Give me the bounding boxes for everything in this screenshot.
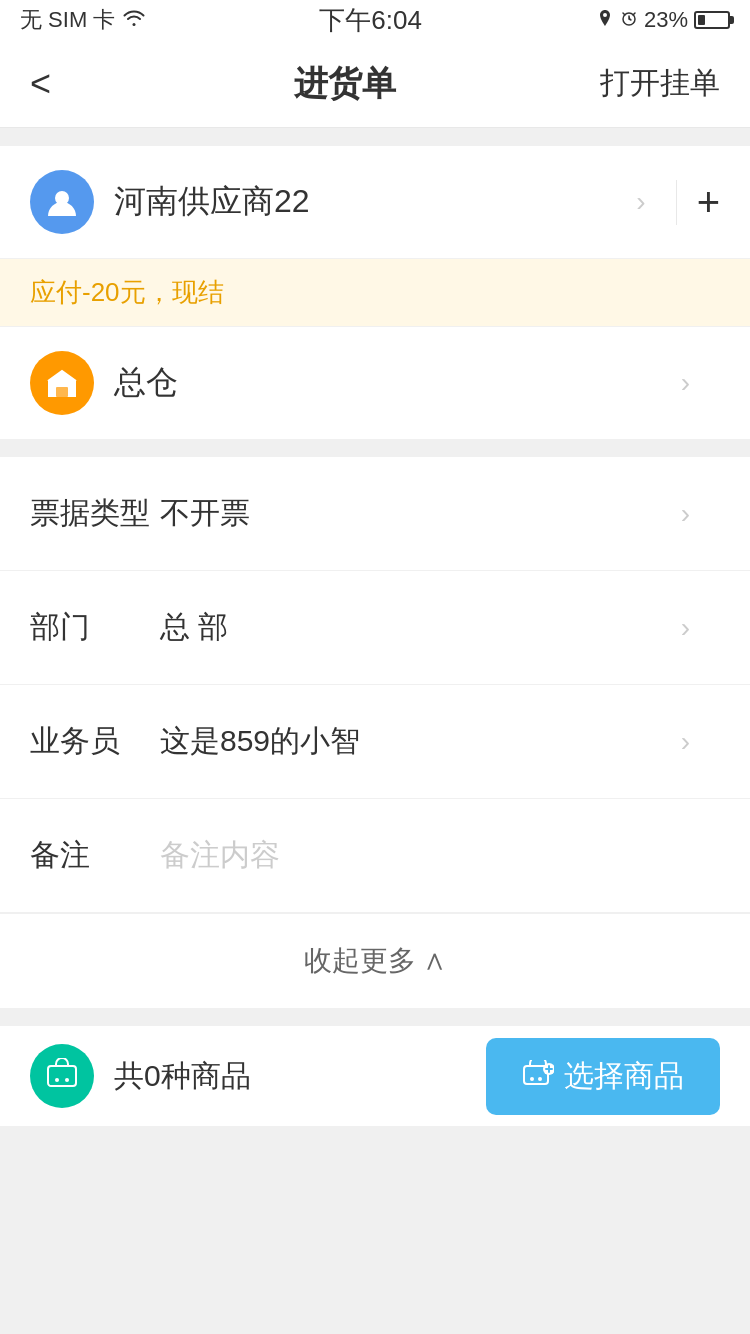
salesman-chevron-icon: › (681, 726, 690, 758)
collapse-button[interactable]: 收起更多 ∧ (0, 913, 750, 1008)
supplier-avatar (30, 170, 94, 234)
department-row[interactable]: 部门 总 部 › (0, 571, 750, 685)
battery-icon (694, 11, 730, 29)
supplier-chevron-icon: › (636, 186, 645, 218)
alarm-icon (620, 7, 638, 33)
warehouse-row[interactable]: 总仓 › (0, 326, 750, 439)
invoice-type-value: 不开票 (150, 493, 681, 534)
back-button[interactable]: < (30, 63, 90, 105)
add-supplier-button[interactable]: + (676, 180, 720, 225)
remark-label: 备注 (30, 835, 150, 876)
carrier-label: 无 SIM 卡 (20, 5, 115, 35)
location-icon (596, 7, 614, 33)
department-value: 总 部 (150, 607, 681, 648)
remark-row[interactable]: 备注 备注内容 (0, 799, 750, 913)
form-section: 票据类型 不开票 › 部门 总 部 › 业务员 这是859的小智 › 备注 备注… (0, 457, 750, 1008)
supplier-notice: 应付-20元，现结 (0, 259, 750, 326)
status-left: 无 SIM 卡 (20, 5, 145, 35)
product-count-label: 共0种商品 (114, 1056, 486, 1097)
salesman-label: 业务员 (30, 721, 150, 762)
department-chevron-icon: › (681, 612, 690, 644)
warehouse-chevron-icon: › (681, 367, 690, 399)
supplier-row[interactable]: 河南供应商22 › + (0, 146, 750, 259)
wifi-icon (123, 7, 145, 33)
select-product-button[interactable]: 选择商品 (486, 1038, 720, 1115)
salesman-value: 这是859的小智 (150, 721, 681, 762)
status-right: 23% (596, 7, 730, 33)
svg-point-5 (65, 1078, 69, 1082)
divider-1 (0, 128, 750, 146)
department-label: 部门 (30, 607, 150, 648)
svg-point-8 (538, 1077, 542, 1081)
warehouse-name: 总仓 (114, 361, 681, 405)
warehouse-icon (30, 351, 94, 415)
svg-point-4 (55, 1078, 59, 1082)
status-bar: 无 SIM 卡 下午6:04 23% (0, 0, 750, 40)
product-cart-icon (30, 1044, 94, 1108)
battery-percentage: 23% (644, 7, 688, 33)
select-product-label: 选择商品 (564, 1056, 684, 1097)
invoice-type-label: 票据类型 (30, 493, 150, 534)
supplier-section: 河南供应商22 › + 应付-20元，现结 总仓 › (0, 146, 750, 439)
salesman-row[interactable]: 业务员 这是859的小智 › (0, 685, 750, 799)
remark-input[interactable]: 备注内容 (150, 835, 720, 876)
bottom-bar: 共0种商品 选择商品 (0, 1026, 750, 1126)
supplier-name: 河南供应商22 (114, 180, 636, 224)
status-time: 下午6:04 (319, 3, 422, 38)
nav-bar: < 进货单 打开挂单 (0, 40, 750, 128)
svg-point-7 (530, 1077, 534, 1081)
invoice-chevron-icon: › (681, 498, 690, 530)
svg-rect-3 (48, 1066, 76, 1086)
invoice-type-row[interactable]: 票据类型 不开票 › (0, 457, 750, 571)
open-pending-button[interactable]: 打开挂单 (600, 63, 720, 104)
page-title: 进货单 (294, 61, 396, 107)
